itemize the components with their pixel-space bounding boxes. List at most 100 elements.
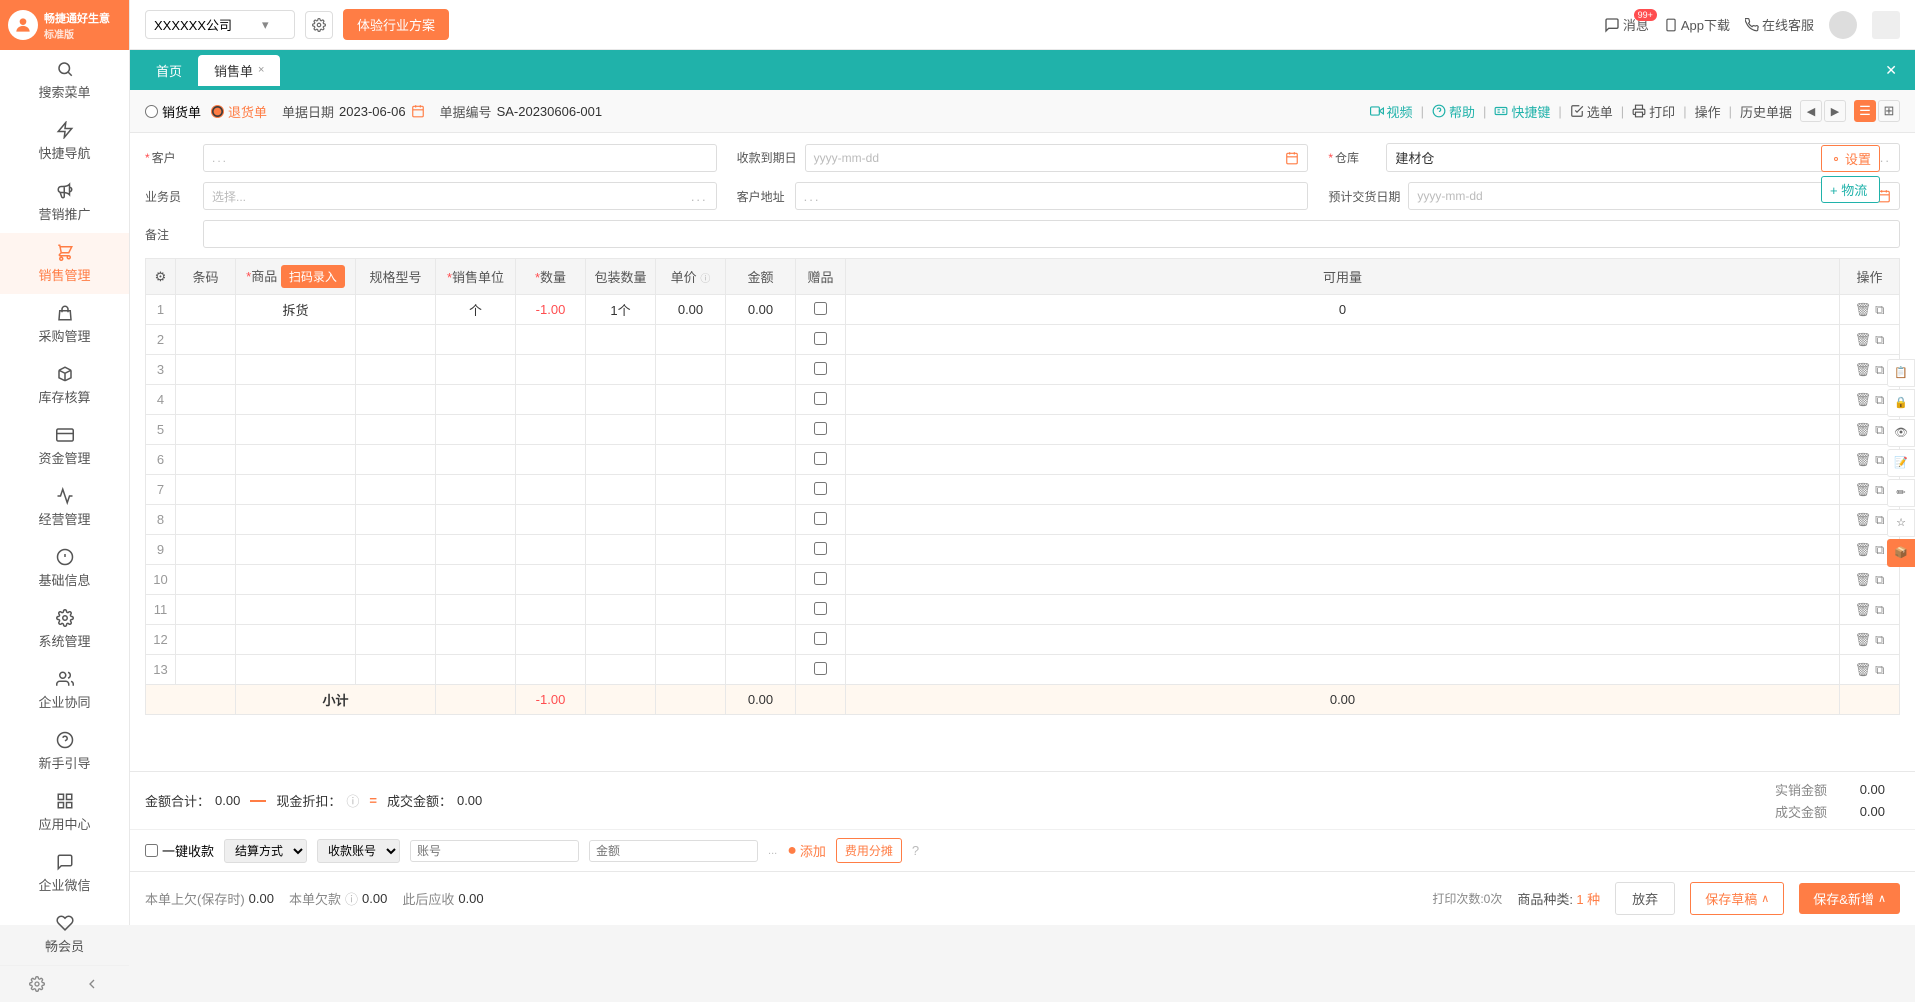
settings-icon[interactable] bbox=[29, 976, 45, 992]
sidebar-item-system[interactable]: 系统管理 bbox=[0, 599, 129, 660]
copy-row-icon[interactable]: ⧉ bbox=[1875, 572, 1884, 588]
video-action[interactable]: 视频 bbox=[1370, 102, 1413, 121]
add-payment-btn[interactable]: ● 添加 bbox=[787, 841, 826, 860]
payment-method-select[interactable]: 结算方式 bbox=[224, 839, 307, 863]
remarks-input[interactable] bbox=[203, 220, 1900, 248]
price-info-icon[interactable]: ⓘ bbox=[700, 274, 710, 285]
right-tool-4[interactable]: 📝 bbox=[1887, 449, 1915, 477]
history-action[interactable]: 历史单据 bbox=[1740, 102, 1792, 121]
message-button[interactable]: 消息 99+ bbox=[1604, 15, 1649, 34]
save-draft-chevron[interactable]: ∧ bbox=[1761, 892, 1769, 905]
sidebar-item-inventory[interactable]: 库存核算 bbox=[0, 355, 129, 416]
copy-row-icon[interactable]: ⧉ bbox=[1875, 512, 1884, 528]
sidebar-item-search[interactable]: 搜索菜单 bbox=[0, 50, 129, 111]
copy-row-icon[interactable]: ⧉ bbox=[1875, 332, 1884, 348]
salesperson-input[interactable]: 选择... ... bbox=[203, 182, 717, 210]
tab-home[interactable]: 首页 bbox=[140, 55, 198, 86]
print-action[interactable]: 打印 bbox=[1632, 102, 1675, 121]
copy-row-icon[interactable]: ⧉ bbox=[1875, 452, 1884, 468]
copy-row-icon[interactable]: ⧉ bbox=[1875, 632, 1884, 648]
save-new-button[interactable]: 保存&新增 ∧ bbox=[1799, 883, 1900, 914]
scan-button[interactable]: 扫码录入 bbox=[281, 265, 345, 288]
single-balance-info-icon[interactable]: ⓘ bbox=[345, 889, 358, 908]
prev-arrow[interactable]: ◀ bbox=[1800, 100, 1822, 122]
select-action[interactable]: 选单 bbox=[1570, 102, 1613, 121]
save-new-chevron[interactable]: ∧ bbox=[1878, 892, 1886, 905]
sidebar-item-basic-info[interactable]: 基础信息 bbox=[0, 538, 129, 599]
copy-row-icon[interactable]: ⧉ bbox=[1875, 392, 1884, 408]
right-tool-2[interactable]: 🔒 bbox=[1887, 389, 1915, 417]
payment-account-input[interactable] bbox=[410, 840, 579, 862]
right-tool-3[interactable]: 👁 bbox=[1887, 419, 1915, 447]
delete-row-icon[interactable]: 🗑 bbox=[1855, 512, 1872, 528]
sidebar-item-sales[interactable]: 销售管理 bbox=[0, 233, 129, 294]
save-draft-button[interactable]: 保存草稿 ∧ bbox=[1690, 882, 1784, 915]
customer-address-input[interactable]: ... bbox=[795, 182, 1309, 210]
payment-account-select[interactable]: 收款账号 bbox=[317, 839, 400, 863]
shortcut-action[interactable]: 快捷键 bbox=[1494, 102, 1550, 121]
discount-info-icon[interactable]: ⓘ bbox=[346, 791, 359, 810]
delete-row-icon[interactable]: 🗑 bbox=[1855, 452, 1872, 468]
copy-row-icon[interactable]: ⧉ bbox=[1875, 602, 1884, 618]
copy-row-icon[interactable]: ⧉ bbox=[1875, 662, 1884, 678]
payment-amount-input[interactable] bbox=[589, 840, 758, 862]
right-tool-1[interactable]: 📋 bbox=[1887, 359, 1915, 387]
delete-row-icon[interactable]: 🗑 bbox=[1855, 632, 1872, 648]
radio-sales-order[interactable]: 销货单 bbox=[145, 102, 201, 121]
sidebar-item-quick-nav[interactable]: 快捷导航 bbox=[0, 111, 129, 172]
grid-view-btn[interactable]: ⊞ bbox=[1878, 100, 1900, 122]
collapse-icon[interactable] bbox=[84, 976, 100, 992]
delete-row-icon[interactable]: 🗑 bbox=[1855, 482, 1872, 498]
tab-sales[interactable]: 销售单 × bbox=[198, 55, 280, 86]
right-tool-7[interactable]: 📦 bbox=[1887, 539, 1915, 567]
expense-split-btn[interactable]: 费用分摊 bbox=[836, 838, 902, 863]
sidebar-item-apps[interactable]: 应用中心 bbox=[0, 782, 129, 843]
delete-row-icon[interactable]: 🗑 bbox=[1855, 332, 1872, 348]
operate-action[interactable]: 操作 bbox=[1695, 102, 1721, 121]
list-view-btn[interactable]: ☰ bbox=[1854, 100, 1876, 122]
radio-return-order[interactable]: 退货单 bbox=[211, 102, 267, 121]
tab-close-icon[interactable]: × bbox=[258, 64, 264, 76]
copy-row-icon[interactable]: ⧉ bbox=[1875, 482, 1884, 498]
sidebar-item-purchase[interactable]: 采购管理 bbox=[0, 294, 129, 355]
settings-button[interactable] bbox=[305, 11, 333, 39]
delete-row-icon[interactable]: 🗑 bbox=[1855, 572, 1872, 588]
flow-action-btn[interactable]: + 物流 bbox=[1821, 176, 1880, 203]
copy-row-icon[interactable]: ⧉ bbox=[1875, 362, 1884, 378]
delete-row-icon[interactable]: 🗑 bbox=[1855, 302, 1872, 318]
expense-help-icon[interactable]: ? bbox=[912, 843, 919, 858]
settings-action-btn[interactable]: 设置 bbox=[1821, 145, 1880, 172]
right-tool-5[interactable]: ✏ bbox=[1887, 479, 1915, 507]
delete-row-icon[interactable]: 🗑 bbox=[1855, 362, 1872, 378]
company-selector[interactable]: XXXXXX公司 ▾ bbox=[145, 10, 295, 39]
delete-row-icon[interactable]: 🗑 bbox=[1855, 602, 1872, 618]
trial-button[interactable]: 体验行业方案 bbox=[343, 9, 449, 40]
window-close-button[interactable]: ✕ bbox=[1877, 62, 1905, 79]
col-gear[interactable]: ⚙ bbox=[146, 259, 176, 295]
customer-input[interactable]: ... bbox=[203, 144, 717, 172]
copy-row-icon[interactable]: ⧉ bbox=[1875, 422, 1884, 438]
sidebar-item-marketing[interactable]: 营销推广 bbox=[0, 172, 129, 233]
avatar[interactable] bbox=[1829, 11, 1857, 39]
sidebar-item-operations[interactable]: 经营管理 bbox=[0, 477, 129, 538]
due-date-input[interactable]: yyyy-mm-dd bbox=[805, 144, 1309, 172]
sidebar-item-member[interactable]: 畅会员 bbox=[0, 904, 129, 965]
delete-row-icon[interactable]: 🗑 bbox=[1855, 392, 1872, 408]
sidebar-item-finance[interactable]: 资金管理 bbox=[0, 416, 129, 477]
one-click-payment[interactable]: 一键收款 bbox=[145, 841, 214, 860]
delete-row-icon[interactable]: 🗑 bbox=[1855, 662, 1872, 678]
calendar-icon[interactable] bbox=[411, 104, 425, 118]
next-arrow[interactable]: ▶ bbox=[1824, 100, 1846, 122]
delete-row-icon[interactable]: 🗑 bbox=[1855, 542, 1872, 558]
sidebar-item-collaboration[interactable]: 企业协同 bbox=[0, 660, 129, 721]
sidebar-item-wechat[interactable]: 企业微信 bbox=[0, 843, 129, 904]
online-service-button[interactable]: 在线客服 bbox=[1745, 15, 1814, 34]
right-tool-6[interactable]: ☆ bbox=[1887, 509, 1915, 537]
abandon-button[interactable]: 放弃 bbox=[1615, 882, 1675, 915]
user-menu[interactable] bbox=[1872, 11, 1900, 39]
copy-row-icon[interactable]: ⧉ bbox=[1875, 542, 1884, 558]
copy-row-icon[interactable]: ⧉ bbox=[1875, 302, 1884, 318]
delete-row-icon[interactable]: 🗑 bbox=[1855, 422, 1872, 438]
app-download-button[interactable]: App下载 bbox=[1664, 15, 1730, 34]
sidebar-item-guide[interactable]: 新手引导 bbox=[0, 721, 129, 782]
